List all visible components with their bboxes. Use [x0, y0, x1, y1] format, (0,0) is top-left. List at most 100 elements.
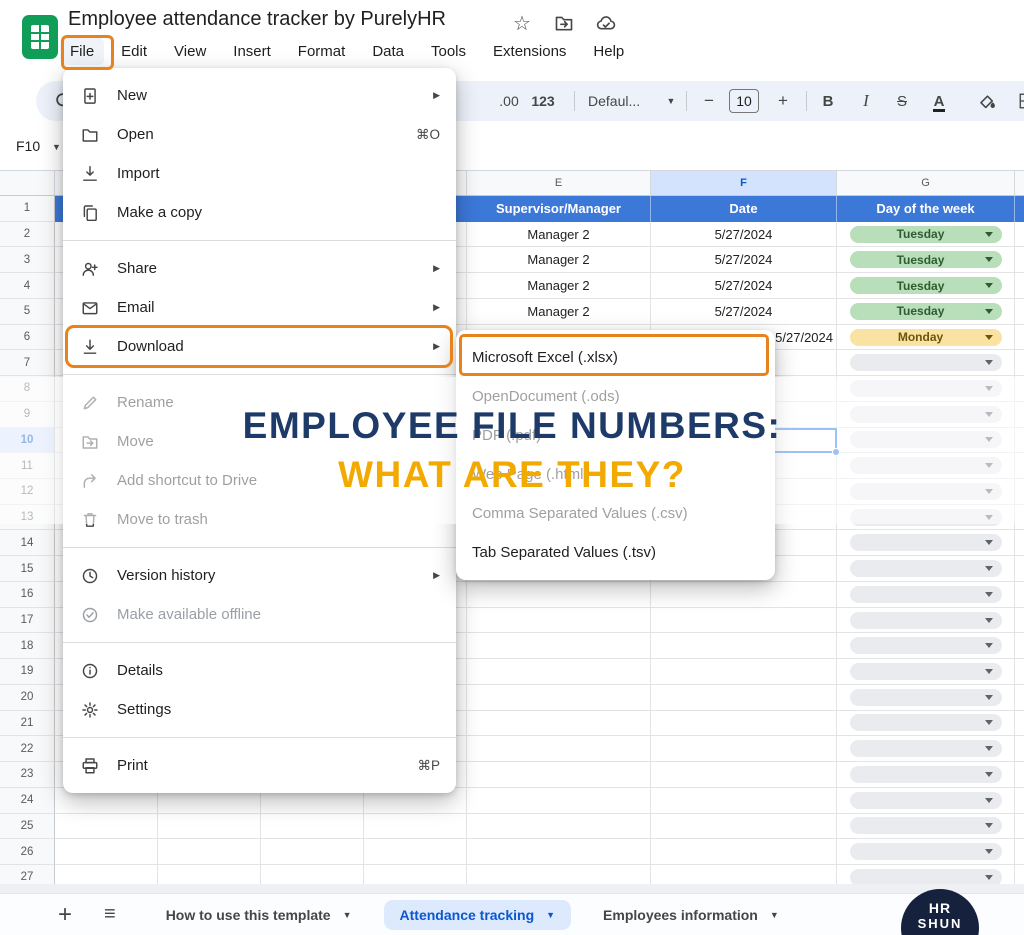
cell[interactable] [1015, 710, 1024, 737]
file-menu-item-import[interactable]: Import [63, 154, 456, 193]
cell[interactable]: Tuesday [837, 273, 1015, 299]
cell[interactable] [837, 530, 1015, 557]
cell[interactable] [467, 659, 651, 685]
menu-view[interactable]: View [164, 38, 216, 65]
row-header-23[interactable]: 23 [0, 762, 55, 788]
cell[interactable] [1015, 221, 1024, 248]
file-menu-item-email[interactable]: Email ▶ [63, 288, 456, 327]
name-box[interactable]: F10 [16, 138, 40, 154]
cell[interactable] [651, 813, 837, 840]
file-menu-item-open[interactable]: Open ⌘O [63, 115, 456, 154]
font-selector[interactable]: Defaul... [588, 81, 658, 121]
fill-color-icon[interactable] [972, 81, 1002, 121]
cell[interactable] [651, 736, 837, 763]
strikethrough-button[interactable]: S [890, 81, 914, 121]
cell[interactable] [837, 762, 1015, 788]
cell[interactable]: Tuesday [837, 221, 1015, 248]
cell[interactable]: 5/27/2024 [651, 298, 837, 325]
cell[interactable]: 5/27/2024 [651, 247, 837, 274]
row-header-19[interactable]: 19 [0, 659, 55, 685]
horizontal-scrollbar[interactable] [0, 884, 1024, 893]
cell[interactable] [467, 710, 651, 737]
row-header-14[interactable]: 14 [0, 530, 55, 557]
cell[interactable] [837, 684, 1015, 711]
cell[interactable] [837, 556, 1015, 582]
menu-insert[interactable]: Insert [223, 38, 281, 65]
cell[interactable] [55, 813, 158, 840]
cell[interactable]: 5/27/2024 [651, 221, 837, 248]
cell[interactable] [1015, 813, 1024, 840]
cell[interactable] [467, 787, 651, 814]
all-sheets-menu-icon[interactable]: ≡ [104, 903, 116, 926]
chevron-down-icon[interactable]: ▼ [52, 142, 61, 152]
cell[interactable] [158, 813, 261, 840]
row-header-21[interactable]: 21 [0, 710, 55, 737]
number-format-button[interactable]: 123 [526, 81, 560, 121]
cell[interactable]: Manager 2 [467, 247, 651, 274]
cell[interactable] [1015, 530, 1024, 557]
day-dropdown-chip[interactable] [849, 740, 1002, 758]
file-menu-item-details[interactable]: Details [63, 651, 456, 690]
cell[interactable] [837, 659, 1015, 685]
cell[interactable] [651, 787, 837, 814]
cell[interactable] [364, 813, 467, 840]
cell[interactable] [837, 787, 1015, 814]
day-dropdown-chip[interactable]: Tuesday [849, 277, 1002, 295]
menu-format[interactable]: Format [288, 38, 356, 65]
cell[interactable] [651, 710, 837, 737]
file-menu-item-share[interactable]: Share ▶ [63, 249, 456, 288]
cell[interactable] [1015, 556, 1024, 582]
day-dropdown-chip[interactable]: Tuesday [849, 302, 1002, 320]
row-header-7[interactable]: 7 [0, 350, 55, 377]
cell[interactable] [467, 607, 651, 634]
borders-icon[interactable] [1012, 81, 1024, 121]
increase-decimal-button[interactable]: .00 [494, 81, 524, 121]
row-header-26[interactable]: 26 [0, 839, 55, 865]
spreadsheet-corner[interactable] [0, 170, 55, 196]
cell[interactable] [158, 839, 261, 865]
cell[interactable]: Manager 2 [467, 273, 651, 299]
cell[interactable] [364, 839, 467, 865]
cell[interactable] [837, 607, 1015, 634]
cell[interactable] [651, 633, 837, 660]
row-header-20[interactable]: 20 [0, 684, 55, 711]
day-dropdown-chip[interactable]: Tuesday [849, 225, 1002, 243]
cell[interactable] [1015, 607, 1024, 634]
day-dropdown-chip[interactable] [849, 791, 1002, 809]
tab-dropdown-icon[interactable]: ▼ [770, 910, 779, 920]
sheet-tab-how-to-use-this-template[interactable]: How to use this template ▼ [150, 900, 368, 930]
cell[interactable] [837, 633, 1015, 660]
cell[interactable] [467, 581, 651, 608]
column-header[interactable] [1015, 170, 1024, 196]
sheets-logo-icon[interactable] [22, 15, 58, 59]
cell[interactable] [1015, 839, 1024, 865]
cell[interactable]: Monday [837, 324, 1015, 351]
day-dropdown-chip[interactable]: Monday [849, 328, 1002, 346]
file-menu-item-print[interactable]: Print ⌘P [63, 746, 456, 785]
cell[interactable] [467, 684, 651, 711]
decrease-font-size-button[interactable]: − [698, 81, 720, 121]
column-header-e[interactable]: E [467, 170, 651, 196]
cell[interactable] [467, 736, 651, 763]
day-dropdown-chip[interactable] [849, 354, 1002, 372]
cell[interactable] [1015, 324, 1024, 351]
column-header-f[interactable]: F [651, 170, 837, 196]
cell[interactable] [651, 607, 837, 634]
cell[interactable] [651, 762, 837, 788]
cell[interactable] [55, 839, 158, 865]
row-header-25[interactable]: 25 [0, 813, 55, 840]
cell[interactable] [837, 736, 1015, 763]
day-dropdown-chip[interactable] [849, 534, 1002, 552]
move-folder-icon[interactable] [552, 11, 576, 35]
row-header-16[interactable]: 16 [0, 581, 55, 608]
star-icon[interactable]: ☆ [510, 11, 534, 35]
cell[interactable] [1015, 350, 1024, 377]
row-header-1[interactable]: 1 [0, 196, 55, 222]
cell[interactable]: Manager 2 [467, 298, 651, 325]
add-sheet-button[interactable]: + [58, 902, 72, 927]
cell[interactable] [1015, 633, 1024, 660]
cell[interactable] [261, 813, 364, 840]
cell[interactable] [1015, 684, 1024, 711]
day-dropdown-chip[interactable] [849, 817, 1002, 835]
cell[interactable] [837, 350, 1015, 377]
